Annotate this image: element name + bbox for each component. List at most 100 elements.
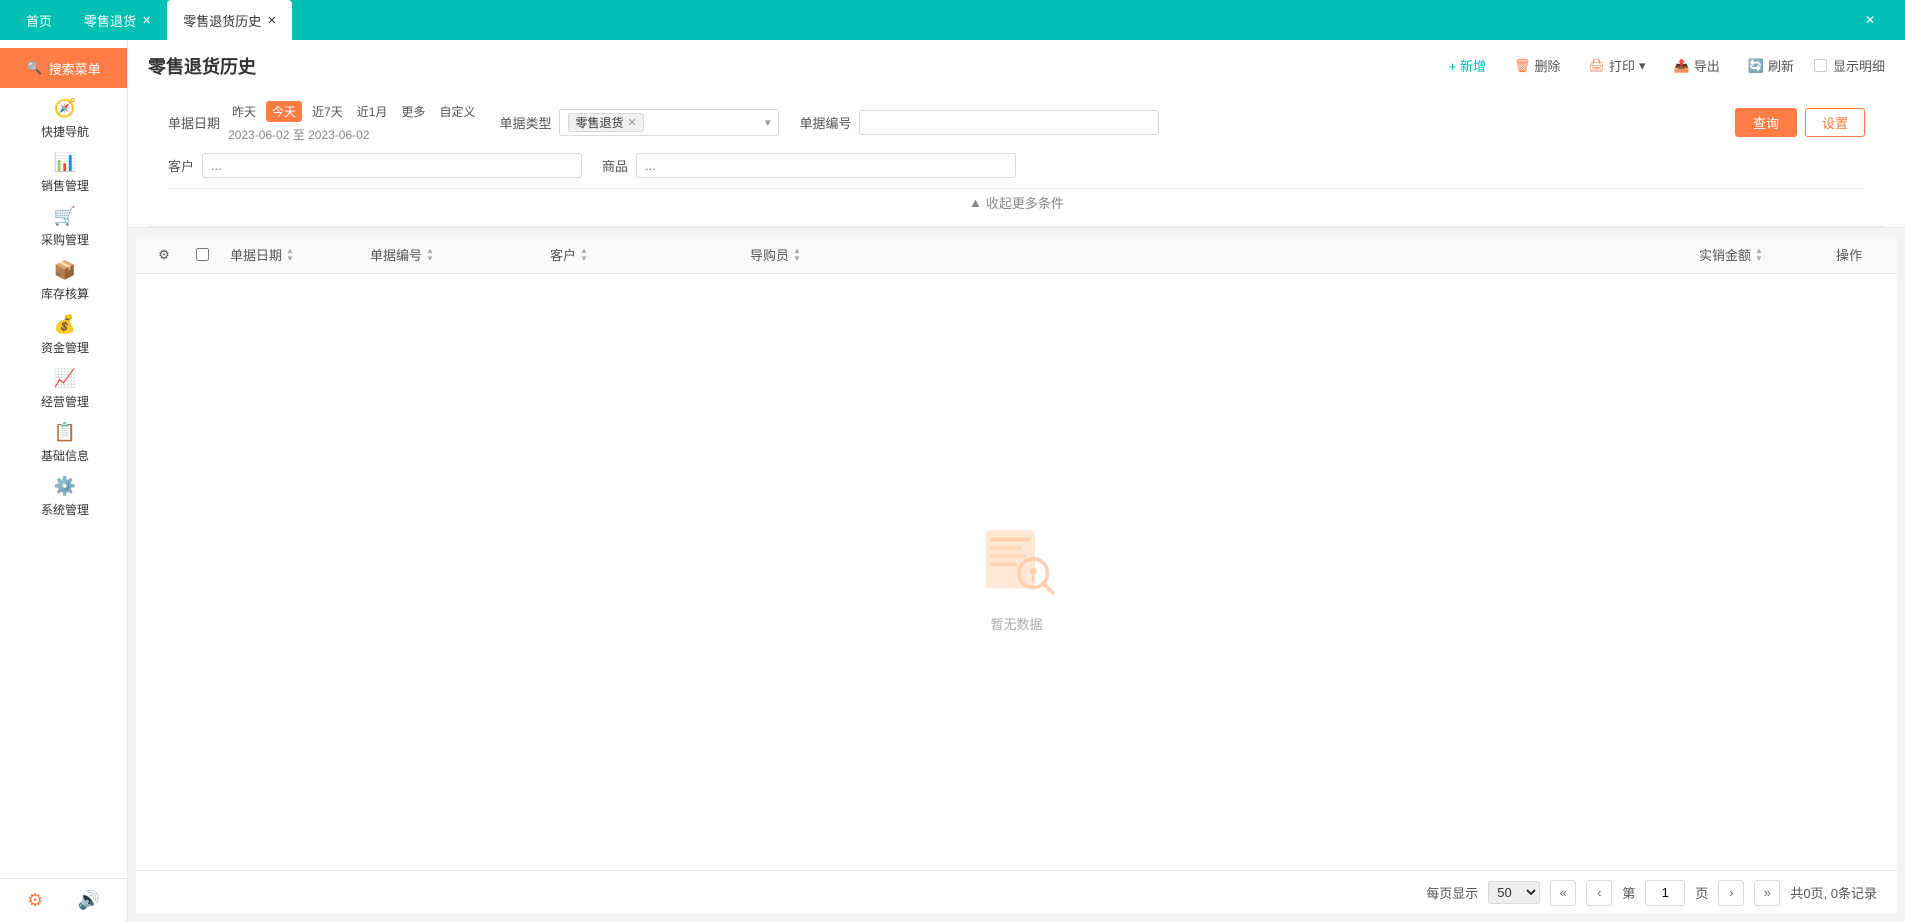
export-button[interactable]: 📤 导出 (1666, 52, 1728, 79)
audio-bottom-icon[interactable]: 🔊 (77, 890, 99, 911)
number-filter-label: 单据编号 (799, 113, 851, 132)
th-settings[interactable]: ⚙ (144, 247, 184, 263)
delete-button[interactable]: 🗑 删除 (1506, 52, 1569, 79)
next-page-btn[interactable]: › (1718, 880, 1744, 906)
layout: 🔍 搜索菜单 🧭 快捷导航 📊 销售管理 🛒 采购管理 📦 库存核算 💰 资金管… (0, 40, 1905, 922)
sidebar-item-system-mgmt[interactable]: ⚙️ 系统管理 (0, 470, 127, 524)
page-size-select[interactable]: 50 10 20 100 (1488, 881, 1540, 904)
page-header: 零售退货历史 + 新增 🗑 删除 🖨 打印 ▾ 📤 (128, 40, 1905, 228)
type-filter-label: 单据类型 (499, 113, 551, 132)
search-icon: 🔍 (26, 60, 42, 76)
purchase-mgmt-icon: 🛒 (54, 206, 76, 227)
amount-sort-icon: ▲▼ (1755, 247, 1763, 263)
add-button[interactable]: + 新增 (1441, 52, 1494, 79)
print-icon: 🖨 (1589, 58, 1606, 74)
total-label: 共0页, 0条记录 (1790, 883, 1877, 902)
th-number[interactable]: 单据编号 ▲▼ (360, 245, 540, 264)
tab-retail-return-history[interactable]: 零售退货历史 ✕ (167, 0, 292, 40)
collapse-more-btn[interactable]: ▲ 收起更多条件 (168, 188, 1865, 216)
quick-nav-icon: 🧭 (54, 98, 76, 119)
search-menu-btn[interactable]: 🔍 搜索菜单 (0, 48, 127, 88)
show-detail-checkbox[interactable] (1814, 59, 1827, 72)
date-range-display: 2023-06-02 至 2023-06-02 (228, 126, 479, 143)
type-filter-group: 单据类型 零售退货 ✕ ▾ (499, 109, 779, 136)
last-page-btn[interactable]: » (1754, 880, 1780, 906)
query-button[interactable]: 查询 (1735, 108, 1797, 137)
th-checkbox[interactable] (184, 248, 220, 261)
setting-button[interactable]: 设置 (1805, 108, 1865, 137)
print-dropdown-icon: ▾ (1639, 58, 1646, 74)
show-detail-row: 显示明细 (1814, 56, 1885, 75)
print-button[interactable]: 🖨 打印 ▾ (1581, 52, 1654, 79)
customer-filter-label: 客户 (168, 156, 194, 175)
basic-info-icon: 📋 (54, 422, 76, 443)
select-all-checkbox[interactable] (196, 248, 209, 261)
tab-retail-return[interactable]: 零售退货 ✕ (68, 0, 167, 40)
top-bar-close[interactable]: ✕ (1865, 13, 1895, 27)
sidebar-item-quick-nav[interactable]: 🧭 快捷导航 (0, 92, 127, 146)
number-input[interactable] (859, 110, 1159, 135)
page-label: 第 (1622, 883, 1635, 902)
sidebar-item-basic-info[interactable]: 📋 基础信息 (0, 416, 127, 470)
date-option-7days[interactable]: 近7天 (308, 101, 347, 122)
date-filter-group: 单据日期 昨天 今天 近7天 近1月 更多 自定义 2023-06-02 至 2… (168, 101, 479, 143)
customer-input[interactable] (202, 153, 582, 178)
table-area: ⚙ 单据日期 ▲▼ 单据编号 ▲▼ 客户 ▲▼ 导购员 (136, 236, 1897, 914)
page-unit: 页 (1695, 883, 1708, 902)
operations-icon: 📈 (54, 368, 76, 389)
top-bar: 首页 零售退货 ✕ 零售退货历史 ✕ ✕ (0, 0, 1905, 40)
date-option-custom[interactable]: 自定义 (435, 101, 479, 122)
filter-area: 单据日期 昨天 今天 近7天 近1月 更多 自定义 2023-06-02 至 2… (148, 91, 1885, 227)
collapse-icon: ▲ (969, 195, 982, 210)
toolbar: + 新增 🗑 删除 🖨 打印 ▾ 📤 导出 (1441, 52, 1885, 79)
system-mgmt-icon: ⚙️ (54, 476, 76, 497)
delete-icon: 🗑 (1514, 58, 1531, 74)
show-detail-label: 显示明细 (1833, 56, 1885, 75)
refresh-button[interactable]: 🔄 刷新 (1740, 52, 1802, 79)
table-header: ⚙ 单据日期 ▲▼ 单据编号 ▲▼ 客户 ▲▼ 导购员 (136, 236, 1897, 274)
page-input[interactable] (1645, 880, 1685, 906)
date-filter-label: 单据日期 (168, 113, 220, 132)
settings-bottom-icon[interactable]: ⚙ (27, 890, 43, 911)
sidebar-item-inventory[interactable]: 📦 库存核算 (0, 254, 127, 308)
type-tag-close[interactable]: ✕ (627, 116, 636, 129)
number-sort-icon: ▲▼ (426, 247, 434, 263)
customer-filter-group: 客户 (168, 153, 582, 178)
empty-state: 暂无数据 (136, 274, 1897, 870)
close-retail-return-history-tab[interactable]: ✕ (267, 14, 276, 27)
th-amount[interactable]: 实销金额 ▲▼ (1689, 245, 1809, 264)
type-tag: 零售退货 ✕ (568, 113, 643, 132)
date-option-yesterday[interactable]: 昨天 (228, 101, 260, 122)
date-sort-icon: ▲▼ (286, 247, 294, 263)
th-action: 操作 (1809, 245, 1889, 264)
date-option-1month[interactable]: 近1月 (353, 101, 392, 122)
close-retail-return-tab[interactable]: ✕ (142, 14, 151, 27)
first-page-btn[interactable]: « (1550, 880, 1576, 906)
type-select[interactable]: 零售退货 ✕ ▾ (559, 109, 779, 136)
sidebar-item-sales-mgmt[interactable]: 📊 销售管理 (0, 146, 127, 200)
sidebar-item-purchase-mgmt[interactable]: 🛒 采购管理 (0, 200, 127, 254)
page-size-label: 每页显示 (1426, 883, 1478, 902)
tab-home[interactable]: 首页 (10, 0, 68, 40)
goods-filter-group: 商品 (602, 153, 1016, 178)
export-icon: 📤 (1674, 58, 1690, 74)
prev-page-btn[interactable]: ‹ (1586, 880, 1612, 906)
page-title: 零售退货历史 (148, 53, 256, 79)
guide-sort-icon: ▲▼ (793, 247, 801, 263)
filter-row-2: 客户 商品 (168, 153, 1865, 178)
type-select-arrow: ▾ (765, 116, 771, 129)
page-title-row: 零售退货历史 + 新增 🗑 删除 🖨 打印 ▾ 📤 (148, 52, 1885, 79)
number-filter-group: 单据编号 (799, 110, 1159, 135)
pagination-area: 每页显示 50 10 20 100 « ‹ 第 页 › » 共0页, 0条记录 (136, 870, 1897, 914)
th-guide[interactable]: 导购员 ▲▼ (740, 245, 900, 264)
sidebar-item-finance[interactable]: 💰 资金管理 (0, 308, 127, 362)
date-option-more[interactable]: 更多 (397, 101, 429, 122)
sidebar-item-operations[interactable]: 📈 经营管理 (0, 362, 127, 416)
th-date[interactable]: 单据日期 ▲▼ (220, 245, 360, 264)
goods-filter-label: 商品 (602, 156, 628, 175)
finance-icon: 💰 (54, 314, 76, 335)
goods-input[interactable] (636, 153, 1016, 178)
th-customer[interactable]: 客户 ▲▼ (540, 245, 740, 264)
date-option-today[interactable]: 今天 (266, 101, 302, 122)
filter-row-1: 单据日期 昨天 今天 近7天 近1月 更多 自定义 2023-06-02 至 2… (168, 101, 1865, 143)
